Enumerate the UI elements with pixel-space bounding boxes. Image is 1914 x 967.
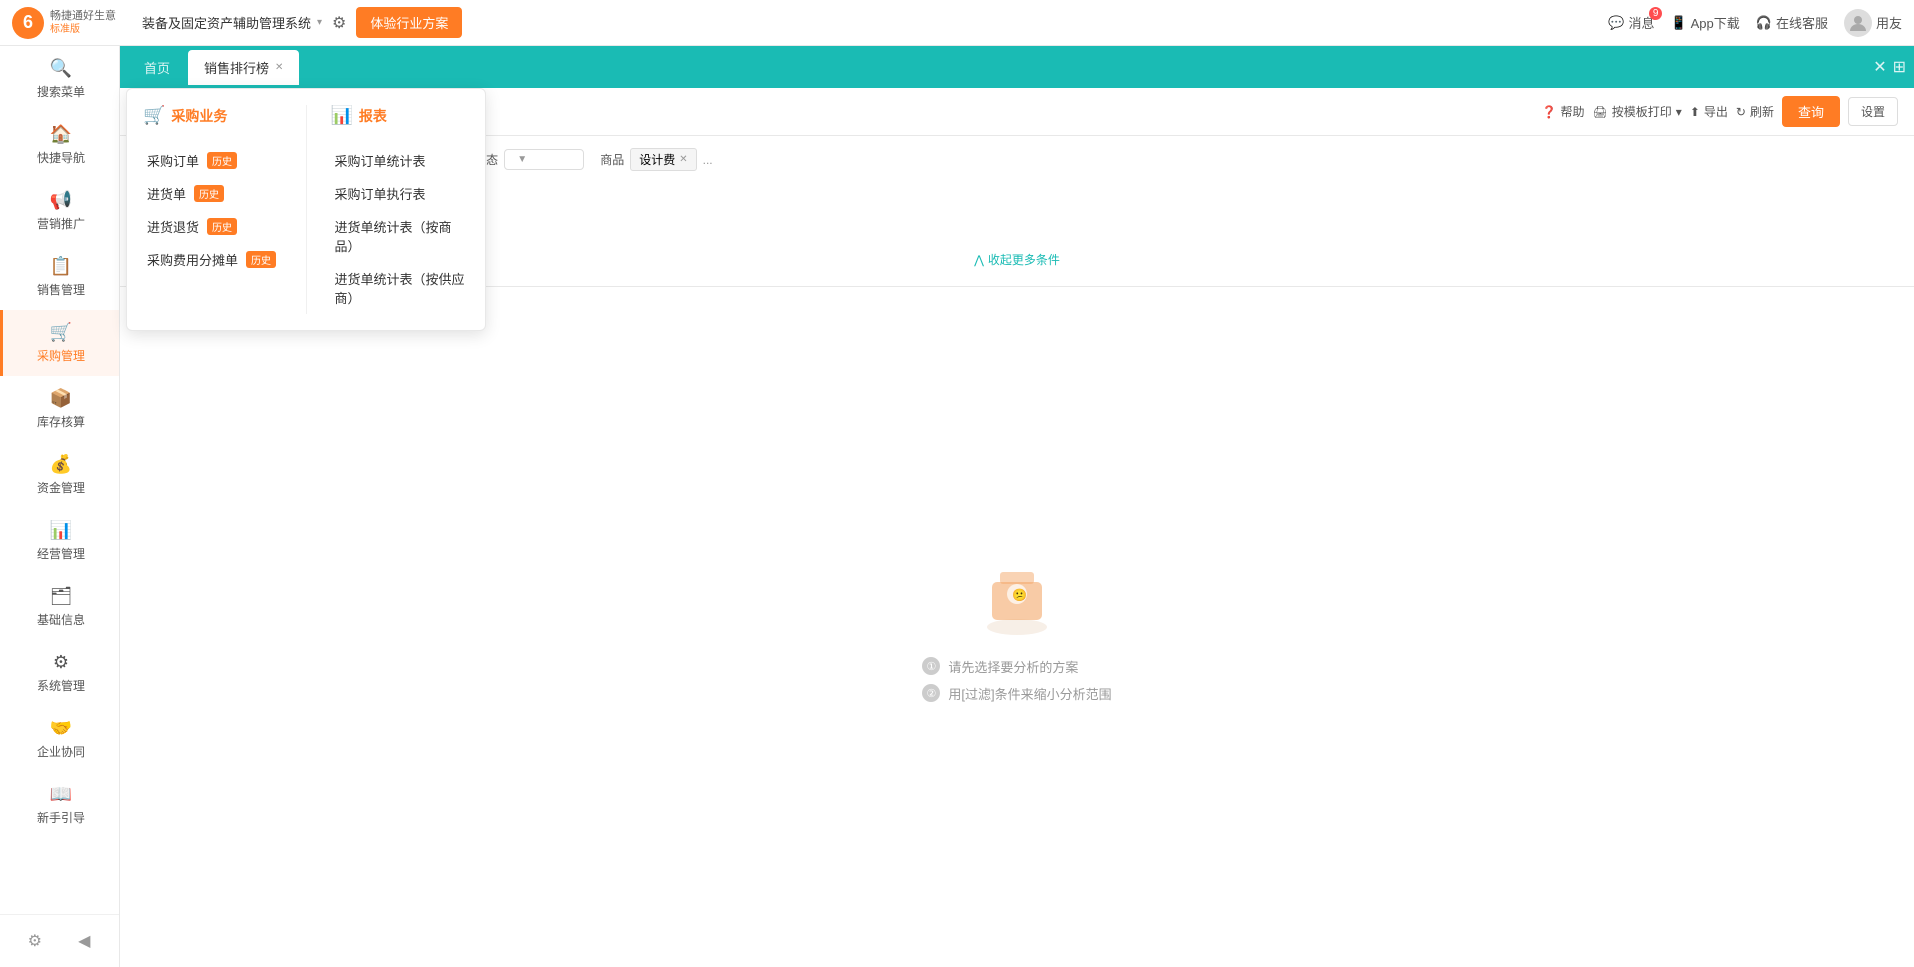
dropdown-arrow-icon[interactable]: ▾ bbox=[317, 17, 322, 28]
headset-icon: 🎧 bbox=[1756, 15, 1772, 31]
sidebar-item-inventory[interactable]: 📦 库存核算 bbox=[0, 376, 119, 442]
sidebar-item-purchase[interactable]: 🛒 采购管理 bbox=[0, 310, 119, 376]
sidebar-collapse-btn[interactable]: ◀ bbox=[68, 925, 100, 957]
svg-text:😕: 😕 bbox=[1012, 588, 1027, 602]
sidebar-item-guide[interactable]: 📖 新手引导 bbox=[0, 772, 119, 838]
home-icon: 🏠 bbox=[50, 124, 72, 145]
sidebar-item-quick-nav[interactable]: 🏠 快捷导航 bbox=[0, 112, 119, 178]
message-badge: 9 bbox=[1649, 7, 1663, 20]
empty-hint-2: ② 用[过滤]条件来缩小分析范围 bbox=[922, 684, 1111, 703]
tab-home[interactable]: 首页 bbox=[128, 50, 186, 85]
tab-bar: 首页 销售排行榜 ✕ ✕ ⊞ bbox=[120, 46, 1914, 88]
topbar-right: 💬 消息 9 📱 App下载 🎧 在线客服 用友 bbox=[1608, 9, 1902, 37]
logo: 6 畅捷通好生意 标准版 bbox=[12, 7, 132, 39]
tab-close-icon[interactable]: ✕ bbox=[275, 62, 283, 73]
logo-text: 畅捷通好生意 标准版 bbox=[50, 9, 116, 36]
purchase-menu-icon: 🛒 bbox=[143, 105, 165, 126]
purchase-section-title: 🛒 采购业务 bbox=[143, 105, 282, 132]
menu-item-inbound-supplier[interactable]: 进货单统计表（按供应商） bbox=[331, 262, 470, 314]
print-btn[interactable]: 🖨 按模板打印 ▾ bbox=[1593, 103, 1682, 120]
system-title: 装备及固定资产辅助管理系统 ▾ bbox=[142, 13, 322, 32]
goods-tag: 设计费 ✕ bbox=[630, 148, 696, 171]
purchase-icon: 🛒 bbox=[50, 322, 72, 343]
menu-divider bbox=[306, 105, 307, 314]
menu-item-return[interactable]: 进货退货 历史 bbox=[143, 210, 282, 243]
sidebar-item-basic[interactable]: 🗂 基础信息 bbox=[0, 574, 119, 640]
online-service-btn[interactable]: 🎧 在线客服 bbox=[1756, 13, 1828, 32]
history-badge-1: 历史 bbox=[194, 185, 224, 202]
sidebar-settings-btn[interactable]: ⚙ bbox=[19, 925, 51, 957]
user-menu-btn[interactable]: 用友 bbox=[1844, 9, 1902, 37]
sidebar-item-operations[interactable]: 📊 经营管理 bbox=[0, 508, 119, 574]
sidebar-item-marketing[interactable]: 📢 营销推广 bbox=[0, 178, 119, 244]
tab-sales-rank[interactable]: 销售排行榜 ✕ bbox=[188, 50, 299, 85]
system-icon: ⚙ bbox=[53, 652, 69, 673]
menu-item-inbound-goods[interactable]: 进货单统计表（按商品） bbox=[331, 210, 470, 262]
inventory-icon: 📦 bbox=[50, 388, 72, 409]
topbar: 6 畅捷通好生意 标准版 装备及固定资产辅助管理系统 ▾ ⚙ 体验行业方案 💬 … bbox=[0, 0, 1914, 46]
avatar bbox=[1844, 9, 1872, 37]
report-menu-icon: 📊 bbox=[331, 105, 353, 126]
phone-icon: 📱 bbox=[1670, 15, 1686, 31]
cooperation-icon: 🤝 bbox=[50, 718, 72, 739]
tab-close-icon[interactable]: ✕ bbox=[1873, 57, 1886, 77]
purchase-section: 🛒 采购业务 采购订单 历史 进货单 历史 进货退货 历史 采购费用分摊单 历史 bbox=[143, 105, 282, 314]
print-icon: 🖨 bbox=[1593, 105, 1608, 119]
goods-more-btn[interactable]: ... bbox=[703, 153, 713, 167]
empty-state: 😕 ① 请先选择要分析的方案 ② 用[过滤]条件来缩小分析范围 bbox=[120, 287, 1914, 967]
refresh-icon: ↻ bbox=[1736, 105, 1746, 119]
sidebar-item-finance[interactable]: 💰 资金管理 bbox=[0, 442, 119, 508]
refresh-btn[interactable]: ↻ 刷新 bbox=[1736, 103, 1774, 120]
toolbar-right: ❓ 帮助 🖨 按模板打印 ▾ ⬆ 导出 ↻ 刷新 查询 设置 bbox=[1542, 96, 1898, 127]
sidebar: 🔍 搜索菜单 🏠 快捷导航 📢 营销推广 📋 销售管理 🛒 采购管理 📦 库存核… bbox=[0, 46, 120, 967]
menu-item-inbound[interactable]: 进货单 历史 bbox=[143, 177, 282, 210]
app-download-btn[interactable]: 📱 App下载 bbox=[1670, 13, 1739, 32]
status-dropdown-icon: ▼ bbox=[517, 154, 527, 165]
industry-btn[interactable]: 体验行业方案 bbox=[356, 7, 462, 38]
finance-icon: 💰 bbox=[50, 454, 72, 475]
report-section-title: 📊 报表 bbox=[331, 105, 470, 132]
report-section: 📊 报表 采购订单统计表 采购订单执行表 进货单统计表（按商品） 进货单统计表（… bbox=[331, 105, 470, 314]
search-menu-icon: 🔍 bbox=[50, 58, 72, 79]
sidebar-bottom: ⚙ ◀ bbox=[0, 914, 119, 967]
history-badge-2: 历史 bbox=[207, 218, 237, 235]
message-icon: 💬 bbox=[1608, 15, 1624, 31]
menu-item-purchase-order[interactable]: 采购订单 历史 bbox=[143, 144, 282, 177]
history-badge-0: 历史 bbox=[207, 152, 237, 169]
basic-icon: 🗂 bbox=[50, 586, 73, 607]
settings-icon[interactable]: ⚙ bbox=[332, 13, 346, 33]
history-badge-3: 历史 bbox=[246, 251, 276, 268]
empty-illustration: 😕 bbox=[972, 552, 1062, 645]
tab-bar-controls: ✕ ⊞ bbox=[1873, 57, 1906, 77]
menu-item-order-stats[interactable]: 采购订单统计表 bbox=[331, 144, 470, 177]
print-dropdown-icon[interactable]: ▾ bbox=[1676, 105, 1682, 119]
empty-hint-1: ① 请先选择要分析的方案 bbox=[922, 657, 1111, 676]
status-select[interactable]: ▼ bbox=[504, 149, 584, 170]
filter-goods: 商品 设计费 ✕ ... bbox=[600, 148, 712, 171]
operations-icon: 📊 bbox=[50, 520, 72, 541]
query-btn[interactable]: 查询 bbox=[1782, 96, 1840, 127]
help-icon: ❓ bbox=[1542, 105, 1557, 119]
tab-resize-icon[interactable]: ⊞ bbox=[1893, 57, 1906, 77]
settings-btn[interactable]: 设置 bbox=[1848, 97, 1898, 126]
export-icon: ⬆ bbox=[1690, 105, 1700, 119]
purchase-dropdown-menu: 🛒 采购业务 采购订单 历史 进货单 历史 进货退货 历史 采购费用分摊单 历史… bbox=[126, 88, 486, 331]
sidebar-item-search-menu[interactable]: 🔍 搜索菜单 bbox=[0, 46, 119, 112]
export-btn[interactable]: ⬆ 导出 bbox=[1690, 103, 1728, 120]
chevron-up-icon: ⋀ bbox=[974, 253, 984, 267]
sidebar-item-sales[interactable]: 📋 销售管理 bbox=[0, 244, 119, 310]
marketing-icon: 📢 bbox=[50, 190, 72, 211]
empty-hints: ① 请先选择要分析的方案 ② 用[过滤]条件来缩小分析范围 bbox=[922, 657, 1111, 703]
message-btn[interactable]: 💬 消息 9 bbox=[1608, 13, 1654, 32]
help-btn[interactable]: ❓ 帮助 bbox=[1542, 103, 1585, 120]
guide-icon: 📖 bbox=[50, 784, 72, 805]
sidebar-item-system[interactable]: ⚙ 系统管理 bbox=[0, 640, 119, 706]
menu-item-order-exec[interactable]: 采购订单执行表 bbox=[331, 177, 470, 210]
sales-icon: 📋 bbox=[50, 256, 72, 277]
goods-tag-remove[interactable]: ✕ bbox=[679, 154, 687, 165]
sidebar-item-cooperation[interactable]: 🤝 企业协同 bbox=[0, 706, 119, 772]
logo-icon: 6 bbox=[12, 7, 44, 39]
menu-item-expense[interactable]: 采购费用分摊单 历史 bbox=[143, 243, 282, 276]
